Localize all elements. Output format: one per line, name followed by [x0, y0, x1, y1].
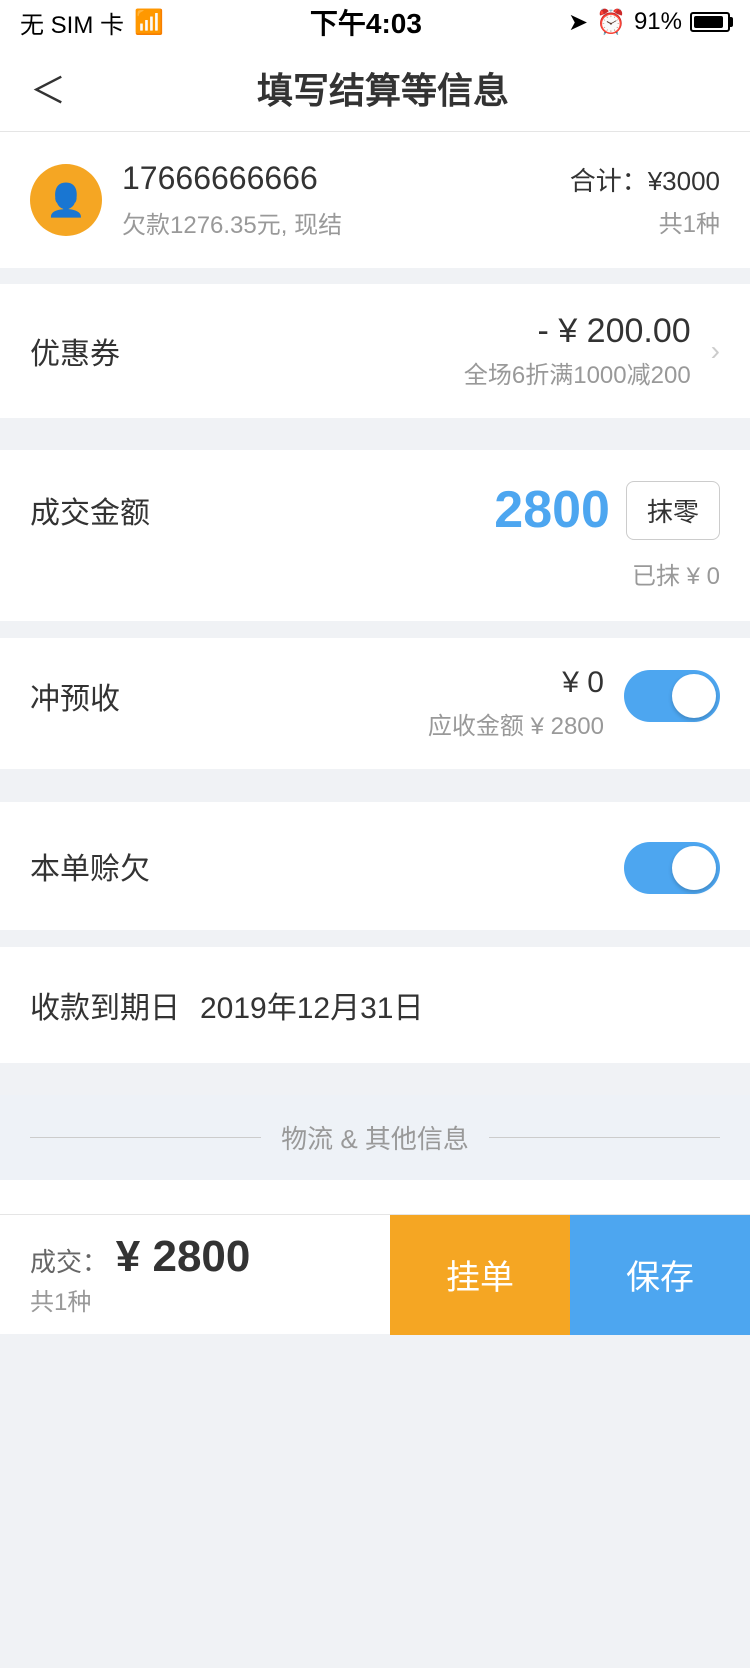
bottom-summary: 成交： ¥ 2800 共1种	[0, 1232, 390, 1317]
due-date-row: 收款到期日 2019年12月31日	[0, 946, 750, 1063]
user-total: 合计：¥3000 共1种	[570, 161, 720, 239]
coupon-label: 优惠券	[30, 329, 120, 373]
prepayment-toggle[interactable]	[624, 670, 720, 722]
prepayment-sub: 应收金额 ¥ 2800	[428, 706, 604, 741]
bottom-deal-amount: ¥ 2800	[116, 1232, 251, 1281]
user-info: 17666666666 欠款1276.35元, 现结	[122, 160, 342, 240]
prepayment-right: ¥ 0 应收金额 ¥ 2800	[428, 666, 720, 741]
back-button[interactable]: ＜	[30, 62, 66, 114]
amount-sub-row: 已抹 ¥ 0	[30, 556, 720, 591]
due-date-label: 收款到期日	[30, 983, 180, 1027]
hold-button-label: 挂单	[446, 1250, 514, 1299]
page-title: 填写结算等信息	[86, 62, 680, 114]
amount-value: 2800	[494, 480, 610, 540]
divider-line-left	[30, 1137, 261, 1138]
prepayment-amount: ¥ 0	[428, 666, 604, 700]
coupon-desc: 全场6折满1000减200	[464, 355, 691, 390]
sim-status: 无 SIM 卡	[20, 5, 124, 40]
amount-section: 成交金额 2800 抹零 已抹 ¥ 0	[0, 450, 750, 621]
content-area: 👤 17666666666 欠款1276.35元, 现结 合计：¥3000 共1…	[0, 132, 750, 1668]
save-button[interactable]: 保存	[570, 1215, 750, 1335]
prepayment-row: 冲预收 ¥ 0 应收金额 ¥ 2800	[0, 637, 750, 769]
chevron-right-icon: ›	[711, 335, 720, 367]
amount-row: 成交金额 2800 抹零	[30, 480, 720, 540]
coupon-row[interactable]: 优惠券 - ¥ 200.00 全场6折满1000减200 ›	[0, 284, 750, 418]
toggle-knob-debt	[672, 846, 716, 890]
hold-button[interactable]: 挂单	[390, 1215, 570, 1335]
alarm-icon: ⏰	[596, 8, 626, 37]
user-left: 👤 17666666666 欠款1276.35元, 现结	[30, 160, 342, 240]
amount-right: 2800 抹零	[494, 480, 720, 540]
avatar-icon: 👤	[46, 181, 86, 219]
location-icon: ➤	[568, 8, 588, 37]
due-date-value: 2019年12月31日	[200, 983, 423, 1027]
empty-space	[0, 1348, 750, 1548]
bottom-deal-row: 成交： ¥ 2800	[30, 1232, 360, 1282]
bottom-deal-label: 成交：	[30, 1247, 108, 1277]
section-divider-1	[0, 434, 750, 450]
round-button[interactable]: 抹零	[626, 481, 720, 540]
status-time: 下午4:03	[310, 2, 422, 42]
battery-icon	[690, 12, 730, 32]
logistics-title: 物流 & 其他信息	[281, 1119, 469, 1156]
status-bar: 无 SIM 卡 📶 下午4:03 ➤ ⏰ 91%	[0, 0, 750, 44]
avatar: 👤	[30, 164, 102, 236]
prepayment-amounts: ¥ 0 应收金额 ¥ 2800	[428, 666, 604, 741]
amount-label: 成交金额	[30, 488, 150, 532]
debt-label: 本单赊欠	[30, 844, 150, 888]
nav-bar: ＜ 填写结算等信息	[0, 44, 750, 132]
coupon-info: - ¥ 200.00 全场6折满1000减200	[464, 312, 691, 390]
debt-toggle[interactable]	[624, 842, 720, 894]
status-right: ➤ ⏰ 91%	[568, 8, 730, 37]
total-amount: 合计：¥3000	[570, 161, 720, 198]
wifi-icon: 📶	[134, 8, 164, 37]
section-divider-2	[0, 785, 750, 801]
coupon-discount: - ¥ 200.00	[464, 312, 691, 351]
back-icon: ＜	[30, 70, 66, 111]
battery-percent: 91%	[634, 8, 682, 36]
logistics-header: 物流 & 其他信息	[0, 1095, 750, 1180]
total-count: 共1种	[570, 204, 720, 239]
toggle-knob	[672, 674, 716, 718]
prepayment-label: 冲预收	[30, 666, 120, 718]
user-info-card: 👤 17666666666 欠款1276.35元, 现结 合计：¥3000 共1…	[0, 132, 750, 268]
user-debt: 欠款1276.35元, 现结	[122, 205, 342, 240]
amount-sub: 已抹 ¥ 0	[632, 563, 720, 590]
status-left: 无 SIM 卡 📶	[20, 5, 164, 40]
save-button-label: 保存	[626, 1250, 694, 1299]
bottom-count: 共1种	[30, 1282, 360, 1317]
bottom-bar: 成交： ¥ 2800 共1种 挂单 保存	[0, 1214, 750, 1334]
divider-line-right	[489, 1137, 720, 1138]
debt-row: 本单赊欠	[0, 801, 750, 930]
user-phone: 17666666666	[122, 160, 342, 197]
section-divider-3	[0, 1079, 750, 1095]
coupon-right: - ¥ 200.00 全场6折满1000减200 ›	[464, 312, 720, 390]
